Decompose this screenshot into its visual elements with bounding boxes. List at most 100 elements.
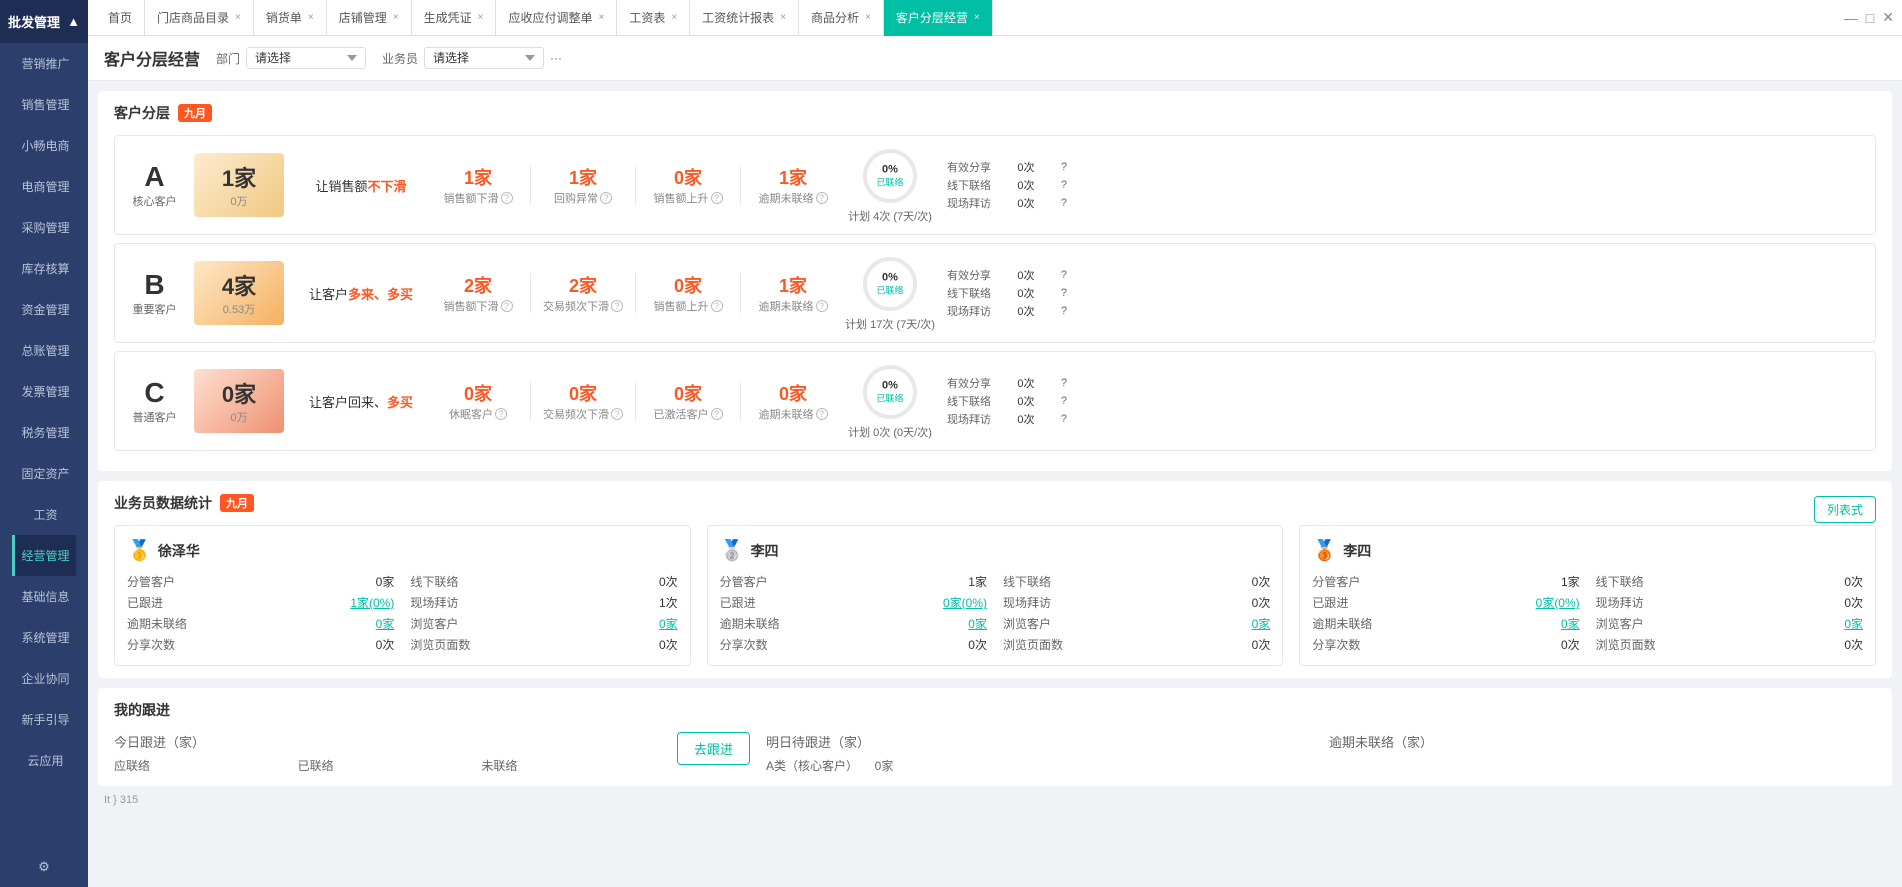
sidebar-settings[interactable]: ⚙	[26, 847, 62, 887]
tier-slogan-2: 让客户回来、多买	[296, 392, 426, 411]
staff-stat-val-2-4[interactable]: 0家	[1561, 615, 1580, 632]
tab-close-9[interactable]: ×	[974, 12, 980, 23]
right-stat-info-2-0[interactable]: ?	[1061, 377, 1067, 389]
staff-stat-0-3: 现场拜访 1次	[410, 594, 677, 611]
minimize-icon[interactable]: —	[1844, 10, 1858, 26]
tier-stat-label-0-3: 逾期未联络 ?	[759, 190, 828, 206]
tab-close-2[interactable]: ×	[308, 12, 314, 23]
staff-stat-val-0-4[interactable]: 0家	[376, 615, 395, 632]
tier-stat-2-3: 0家 逾期未联络 ?	[753, 380, 833, 422]
staff-stat-val-1-4[interactable]: 0家	[968, 615, 987, 632]
right-stat-info-2-2[interactable]: ?	[1061, 413, 1067, 425]
info-icon-2-1[interactable]: ?	[611, 408, 623, 420]
sidebar-item-5[interactable]: 库存核算	[12, 248, 75, 289]
info-icon-1-0[interactable]: ?	[501, 300, 513, 312]
sidebar-item-9[interactable]: 税务管理	[12, 412, 75, 453]
tab-close-1[interactable]: ×	[235, 12, 241, 23]
sidebar-item-4[interactable]: 采购管理	[12, 207, 75, 248]
maximize-icon[interactable]: □	[1866, 10, 1874, 26]
staff-stat-val-1-5[interactable]: 0家	[1252, 615, 1271, 632]
tab-8[interactable]: 商品分析×	[799, 0, 884, 36]
sidebar-item-12[interactable]: 经营管理	[12, 535, 75, 576]
staff-stat-val-2-7: 0次	[1844, 636, 1863, 653]
tier-stat-0-1: 1家 回购异常 ?	[543, 164, 623, 206]
right-stat-info-1-0[interactable]: ?	[1061, 269, 1067, 281]
info-icon-2-3[interactable]: ?	[816, 408, 828, 420]
info-icon-1-1[interactable]: ?	[611, 300, 623, 312]
tab-1[interactable]: 门店商品目录×	[145, 0, 254, 36]
info-icon-0-3[interactable]: ?	[816, 192, 828, 204]
staff-stat-val-1-7: 0次	[1252, 636, 1271, 653]
goto-followup-btn-container: 去跟进	[677, 732, 750, 765]
staff-stat-1-3: 现场拜访 0次	[1003, 594, 1270, 611]
tier-stat-num-0-0[interactable]: 1家	[464, 164, 492, 190]
info-icon-0-0[interactable]: ?	[501, 192, 513, 204]
tier-stat-0-3: 1家 逾期未联络 ?	[753, 164, 833, 206]
staff-stat-val-0-5[interactable]: 0家	[659, 615, 678, 632]
right-stat-info-1-1[interactable]: ?	[1061, 287, 1067, 299]
close-window-icon[interactable]: ✕	[1882, 9, 1894, 26]
tab-5[interactable]: 应收应付调整单×	[496, 0, 617, 36]
sidebar-item-16[interactable]: 新手引导	[12, 699, 75, 740]
tier-stat-0-0: 1家 销售额下滑 ?	[438, 164, 518, 206]
sidebar-item-14[interactable]: 系统管理	[12, 617, 75, 658]
today-followup-col: 今日跟进（家） 应联络 已联络 未联络	[114, 732, 661, 774]
list-view-button[interactable]: 列表式	[1814, 496, 1876, 523]
sidebar-item-0[interactable]: 营销推广	[12, 43, 75, 84]
tab-close-8[interactable]: ×	[865, 12, 871, 23]
sidebar-item-3[interactable]: 电商管理	[12, 166, 75, 207]
info-icon-1-2[interactable]: ?	[711, 300, 723, 312]
info-icon-2-2[interactable]: ?	[711, 408, 723, 420]
tab-close-5[interactable]: ×	[598, 12, 604, 23]
sidebar-item-11[interactable]: 工资	[12, 494, 75, 535]
sidebar-item-10[interactable]: 固定资产	[12, 453, 75, 494]
dept-select[interactable]: 请选择	[246, 47, 366, 69]
staff-stat-val-1-2[interactable]: 0家(0%)	[943, 594, 987, 611]
tier-name-1: 重要客户	[127, 301, 182, 317]
right-stat-row-0-0: 有效分享 0次 ?	[947, 159, 1067, 175]
staff-select[interactable]: 请选择	[424, 47, 544, 69]
tab-actions: — □ ✕	[1844, 9, 1894, 26]
info-icon-0-1[interactable]: ?	[600, 192, 612, 204]
filter-more-icon[interactable]: ···	[550, 51, 562, 65]
goto-followup-button[interactable]: 去跟进	[677, 732, 750, 765]
sidebar-header[interactable]: 批发管理 ▲	[0, 0, 88, 43]
info-icon-2-0[interactable]: ?	[495, 408, 507, 420]
staff-stat-label-2-2: 已跟进	[1312, 594, 1348, 611]
right-stat-info-0-0[interactable]: ?	[1061, 161, 1067, 173]
sidebar-item-13[interactable]: 基础信息	[12, 576, 75, 617]
tab-close-4[interactable]: ×	[478, 12, 484, 23]
right-stat-row-2-2: 现场拜访 0次 ?	[947, 411, 1067, 427]
tab-3[interactable]: 店铺管理×	[327, 0, 412, 36]
right-stat-info-2-1[interactable]: ?	[1061, 395, 1067, 407]
tab-close-6[interactable]: ×	[671, 12, 677, 23]
right-stat-info-1-2[interactable]: ?	[1061, 305, 1067, 317]
tab-2[interactable]: 销货单×	[254, 0, 327, 36]
tier-stat-num-0-2: 0家	[674, 164, 702, 190]
sidebar-item-2[interactable]: 小畅电商	[12, 125, 75, 166]
tab-6[interactable]: 工资表×	[617, 0, 690, 36]
sidebar-item-7[interactable]: 总账管理	[12, 330, 75, 371]
tab-close-3[interactable]: ×	[393, 12, 399, 23]
right-stat-val-0-2: 0次	[1017, 195, 1034, 211]
info-icon-0-2[interactable]: ?	[711, 192, 723, 204]
info-icon-1-3[interactable]: ?	[816, 300, 828, 312]
tab-7[interactable]: 工资统计报表×	[690, 0, 799, 36]
staff-stat-val-2-2[interactable]: 0家(0%)	[1536, 594, 1580, 611]
tab-close-7[interactable]: ×	[780, 12, 786, 23]
sidebar-item-17[interactable]: 云应用	[12, 740, 75, 781]
staff-stat-val-2-5[interactable]: 0家	[1844, 615, 1863, 632]
staff-stat-val-0-2[interactable]: 1家(0%)	[350, 594, 394, 611]
sidebar-item-6[interactable]: 资金管理	[12, 289, 75, 330]
right-stat-info-0-2[interactable]: ?	[1061, 197, 1067, 209]
tier-stat-num-2-0[interactable]: 0家	[464, 380, 492, 406]
tab-9[interactable]: 客户分层经营×	[884, 0, 993, 36]
right-stat-info-0-1[interactable]: ?	[1061, 179, 1067, 191]
sidebar-item-8[interactable]: 发票管理	[12, 371, 75, 412]
tab-0[interactable]: 首页	[96, 0, 145, 36]
sidebar-item-1[interactable]: 销售管理	[12, 84, 75, 125]
tab-4[interactable]: 生成凭证×	[412, 0, 497, 36]
tier-stat-num-1-0[interactable]: 2家	[464, 272, 492, 298]
circle-wrap-0: 0% 已联络	[860, 146, 920, 206]
sidebar-item-15[interactable]: 企业协同	[12, 658, 75, 699]
